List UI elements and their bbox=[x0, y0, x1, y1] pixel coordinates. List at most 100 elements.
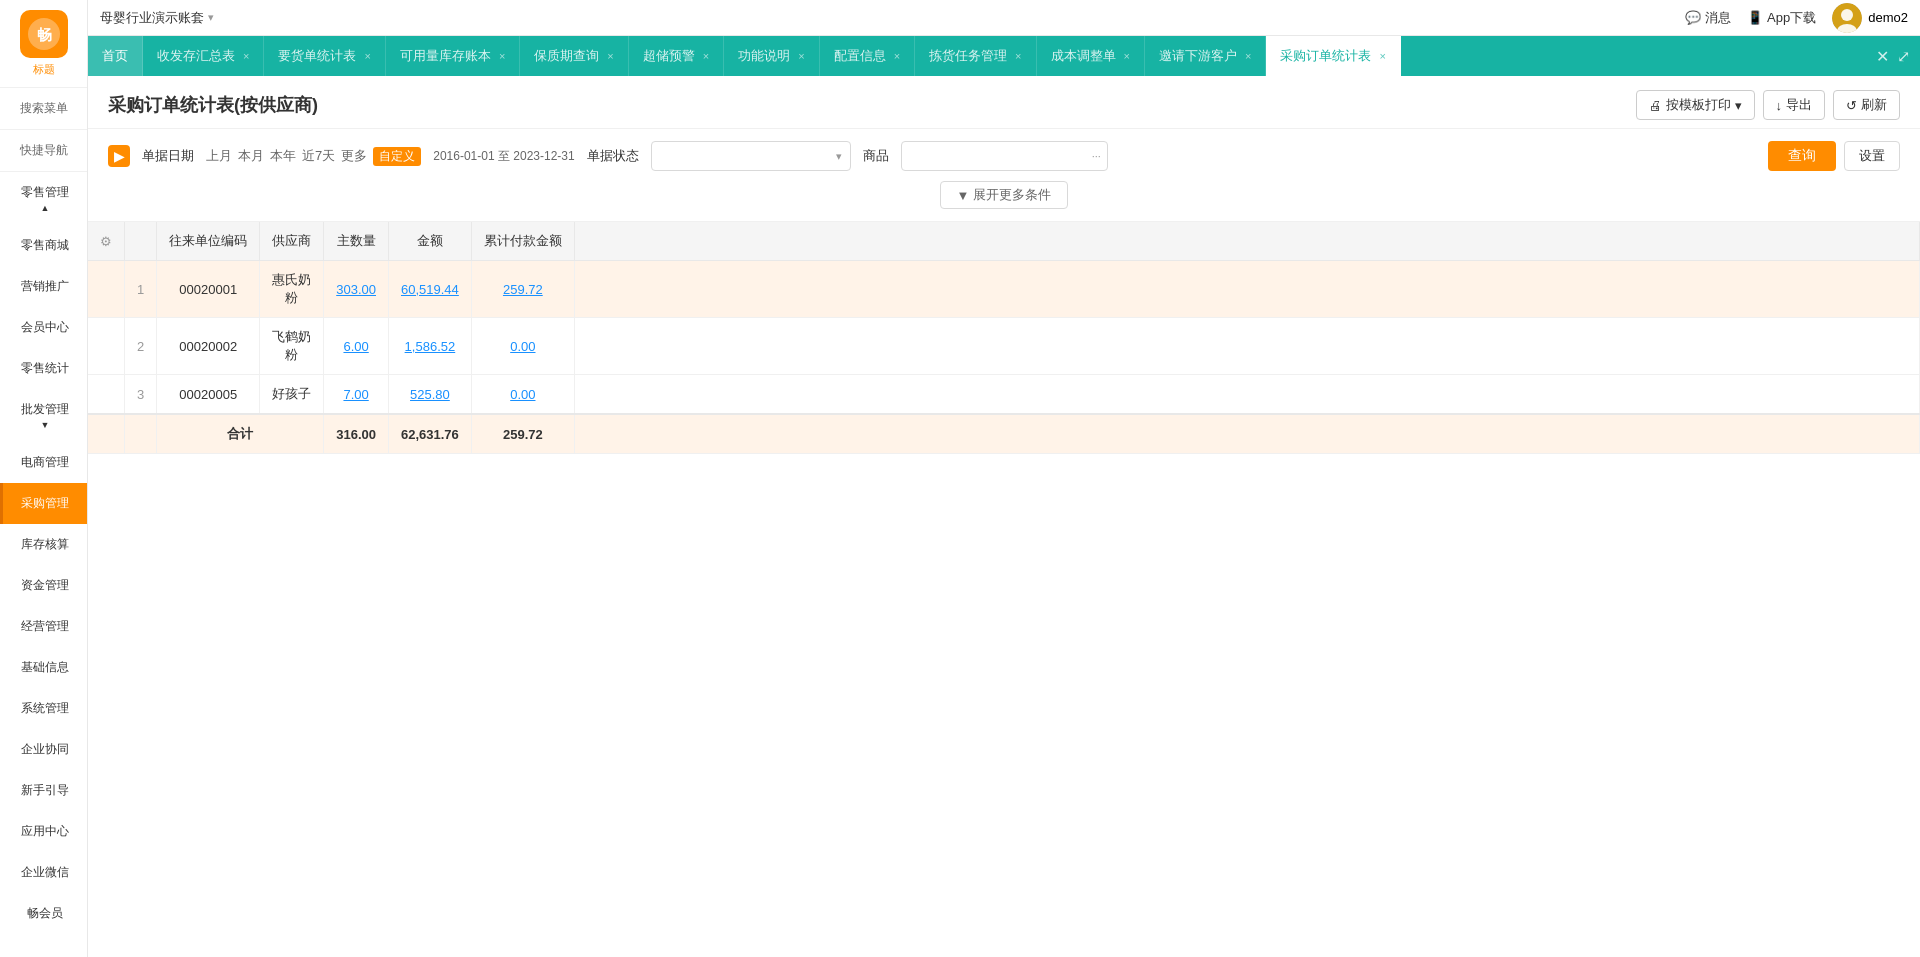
shortcut-nav-item[interactable]: 快捷导航 bbox=[0, 130, 87, 172]
tab-yaohuo[interactable]: 要货单统计表 × bbox=[264, 36, 385, 76]
tfoot-label: 合计 bbox=[157, 414, 324, 454]
tab-peizhi-label: 配置信息 bbox=[834, 47, 886, 65]
product-input[interactable] bbox=[902, 145, 1086, 168]
date-shortcuts: 上月 本月 本年 近7天 更多 自定义 bbox=[206, 147, 421, 166]
tab-shoufahuizong[interactable]: 收发存汇总表 × bbox=[143, 36, 264, 76]
setting-button[interactable]: 设置 bbox=[1844, 141, 1900, 171]
status-select[interactable]: ▾ bbox=[651, 141, 851, 171]
export-icon: ↓ bbox=[1776, 98, 1783, 113]
tab-baozhi[interactable]: 保质期查询 × bbox=[520, 36, 628, 76]
td-gear-1 bbox=[88, 261, 125, 318]
sidebar-item-retail-stat[interactable]: 零售统计 bbox=[0, 348, 87, 389]
tab-home[interactable]: 首页 bbox=[88, 36, 143, 76]
shortcut-more[interactable]: 更多 bbox=[341, 147, 367, 165]
sidebar-item-ecommerce[interactable]: 电商管理 bbox=[0, 442, 87, 483]
sidebar-item-inventory[interactable]: 库存核算 bbox=[0, 524, 87, 565]
tab-chengbentiaozhen[interactable]: 成本调整单 × bbox=[1037, 36, 1145, 76]
tab-chengbentiaozhen-close[interactable]: × bbox=[1124, 50, 1130, 62]
tab-expand-button[interactable]: ⤢ bbox=[1897, 47, 1910, 66]
tab-keyong-close[interactable]: × bbox=[499, 50, 505, 62]
td-empty-3 bbox=[574, 375, 1919, 415]
td-paid-1[interactable]: 259.72 bbox=[471, 261, 574, 318]
td-quantity-1[interactable]: 303.00 bbox=[324, 261, 389, 318]
column-settings-icon[interactable]: ⚙ bbox=[100, 234, 112, 249]
message-icon: 💬 bbox=[1685, 10, 1701, 25]
sidebar-item-wechat[interactable]: 企业微信 bbox=[0, 852, 87, 893]
shortcut-7days[interactable]: 近7天 bbox=[302, 147, 335, 165]
sidebar-item-appstore[interactable]: 应用中心 bbox=[0, 811, 87, 852]
td-quantity-3[interactable]: 7.00 bbox=[324, 375, 389, 415]
query-button[interactable]: 查询 bbox=[1768, 141, 1836, 171]
sidebar-item-enterprise[interactable]: 企业协同 bbox=[0, 729, 87, 770]
refresh-icon: ↺ bbox=[1846, 98, 1857, 113]
sidebar-item-operation[interactable]: 经营管理 bbox=[0, 606, 87, 647]
shortcut-this-year[interactable]: 本年 bbox=[270, 147, 296, 165]
tab-chengbentiaozhen-label: 成本调整单 bbox=[1051, 47, 1116, 65]
page-title: 采购订单统计表(按供应商) bbox=[108, 93, 318, 117]
export-button[interactable]: ↓ 导出 bbox=[1763, 90, 1826, 120]
sidebar-item-purchase[interactable]: 采购管理 bbox=[0, 483, 87, 524]
app-download-label: App下载 bbox=[1767, 9, 1816, 27]
sidebar-item-newbie[interactable]: 新手引导 bbox=[0, 770, 87, 811]
refresh-button[interactable]: ↺ 刷新 bbox=[1833, 90, 1900, 120]
sidebar-item-member[interactable]: 会员中心 bbox=[0, 307, 87, 348]
user-menu[interactable]: demo2 bbox=[1832, 3, 1908, 33]
product-more-icon[interactable]: ··· bbox=[1086, 150, 1107, 162]
shortcut-nav-label[interactable]: 快捷导航 bbox=[5, 138, 82, 163]
tab-baozhi-close[interactable]: × bbox=[607, 50, 613, 62]
tab-yaoqing-label: 邀请下游客户 bbox=[1159, 47, 1237, 65]
tab-chaochuyujing[interactable]: 超储预警 × bbox=[629, 36, 724, 76]
message-button[interactable]: 💬 消息 bbox=[1685, 9, 1731, 27]
tfoot-gear bbox=[88, 414, 125, 454]
sidebar-item-basic[interactable]: 基础信息 bbox=[0, 647, 87, 688]
print-button[interactable]: 🖨 按模板打印 ▾ bbox=[1636, 90, 1755, 120]
tab-close-all-button[interactable]: ✕ bbox=[1876, 47, 1889, 66]
tab-yaoqing[interactable]: 邀请下游客户 × bbox=[1145, 36, 1266, 76]
tab-yaoqing-close[interactable]: × bbox=[1245, 50, 1251, 62]
filter-toggle-button[interactable]: ▶ bbox=[108, 145, 130, 167]
td-amount-1[interactable]: 60,519.44 bbox=[389, 261, 472, 318]
tab-chaochuyujing-close[interactable]: × bbox=[703, 50, 709, 62]
td-gear-3 bbox=[88, 375, 125, 415]
td-quantity-2[interactable]: 6.00 bbox=[324, 318, 389, 375]
search-menu-item[interactable]: 搜索菜单 bbox=[0, 88, 87, 130]
sidebar-item-retail[interactable]: 零售管理 ▲ bbox=[0, 172, 87, 225]
tab-shoufahuizong-close[interactable]: × bbox=[243, 50, 249, 62]
tab-paihuorenwu-close[interactable]: × bbox=[1015, 50, 1021, 62]
td-amount-3[interactable]: 525.80 bbox=[389, 375, 472, 415]
tab-caigou-close[interactable]: × bbox=[1379, 50, 1385, 62]
td-unit-code-2: 00020002 bbox=[157, 318, 260, 375]
sidebar-item-vip[interactable]: 畅会员 bbox=[0, 893, 87, 934]
td-empty-1 bbox=[574, 261, 1919, 318]
logo-icon: 畅 bbox=[20, 10, 68, 58]
td-paid-2[interactable]: 0.00 bbox=[471, 318, 574, 375]
shortcut-this-month[interactable]: 本月 bbox=[238, 147, 264, 165]
sidebar-item-retail-shop[interactable]: 零售商城 bbox=[0, 225, 87, 266]
app-download-button[interactable]: 📱 App下载 bbox=[1747, 9, 1816, 27]
tab-yaohuo-close[interactable]: × bbox=[364, 50, 370, 62]
tab-paihuorenwu[interactable]: 拣货任务管理 × bbox=[915, 36, 1036, 76]
sidebar-item-finance[interactable]: 资金管理 bbox=[0, 565, 87, 606]
sidebar-item-system[interactable]: 系统管理 bbox=[0, 688, 87, 729]
td-amount-2[interactable]: 1,586.52 bbox=[389, 318, 472, 375]
search-menu-label[interactable]: 搜索菜单 bbox=[5, 96, 82, 121]
tab-gongneng-close[interactable]: × bbox=[798, 50, 804, 62]
tab-peizhi-close[interactable]: × bbox=[894, 50, 900, 62]
td-paid-3[interactable]: 0.00 bbox=[471, 375, 574, 415]
expand-filter-button[interactable]: ▼ 展开更多条件 bbox=[940, 181, 1069, 209]
tab-caigou[interactable]: 采购订单统计表 × bbox=[1266, 36, 1400, 76]
shortcut-custom[interactable]: 自定义 bbox=[373, 147, 421, 166]
shortcut-last-month[interactable]: 上月 bbox=[206, 147, 232, 165]
table-row: 2 00020002 飞鹤奶粉 6.00 1,586.52 0.00 bbox=[88, 318, 1920, 375]
page-header: 采购订单统计表(按供应商) 🖨 按模板打印 ▾ ↓ 导出 ↺ 刷新 bbox=[88, 76, 1920, 129]
tab-keyong[interactable]: 可用量库存账本 × bbox=[386, 36, 520, 76]
status-filter-label: 单据状态 bbox=[587, 147, 639, 165]
sidebar-item-wholesale[interactable]: 批发管理 ▼ bbox=[0, 389, 87, 442]
main-area: 母婴行业演示账套 ▾ 💬 消息 📱 App下载 demo bbox=[88, 0, 1920, 957]
tab-peizhi[interactable]: 配置信息 × bbox=[820, 36, 915, 76]
td-gear-2 bbox=[88, 318, 125, 375]
td-supplier-1: 惠氏奶粉 bbox=[260, 261, 324, 318]
tab-gongneng[interactable]: 功能说明 × bbox=[724, 36, 819, 76]
workspace-selector[interactable]: 母婴行业演示账套 ▾ bbox=[100, 9, 214, 27]
sidebar-item-marketing[interactable]: 营销推广 bbox=[0, 266, 87, 307]
